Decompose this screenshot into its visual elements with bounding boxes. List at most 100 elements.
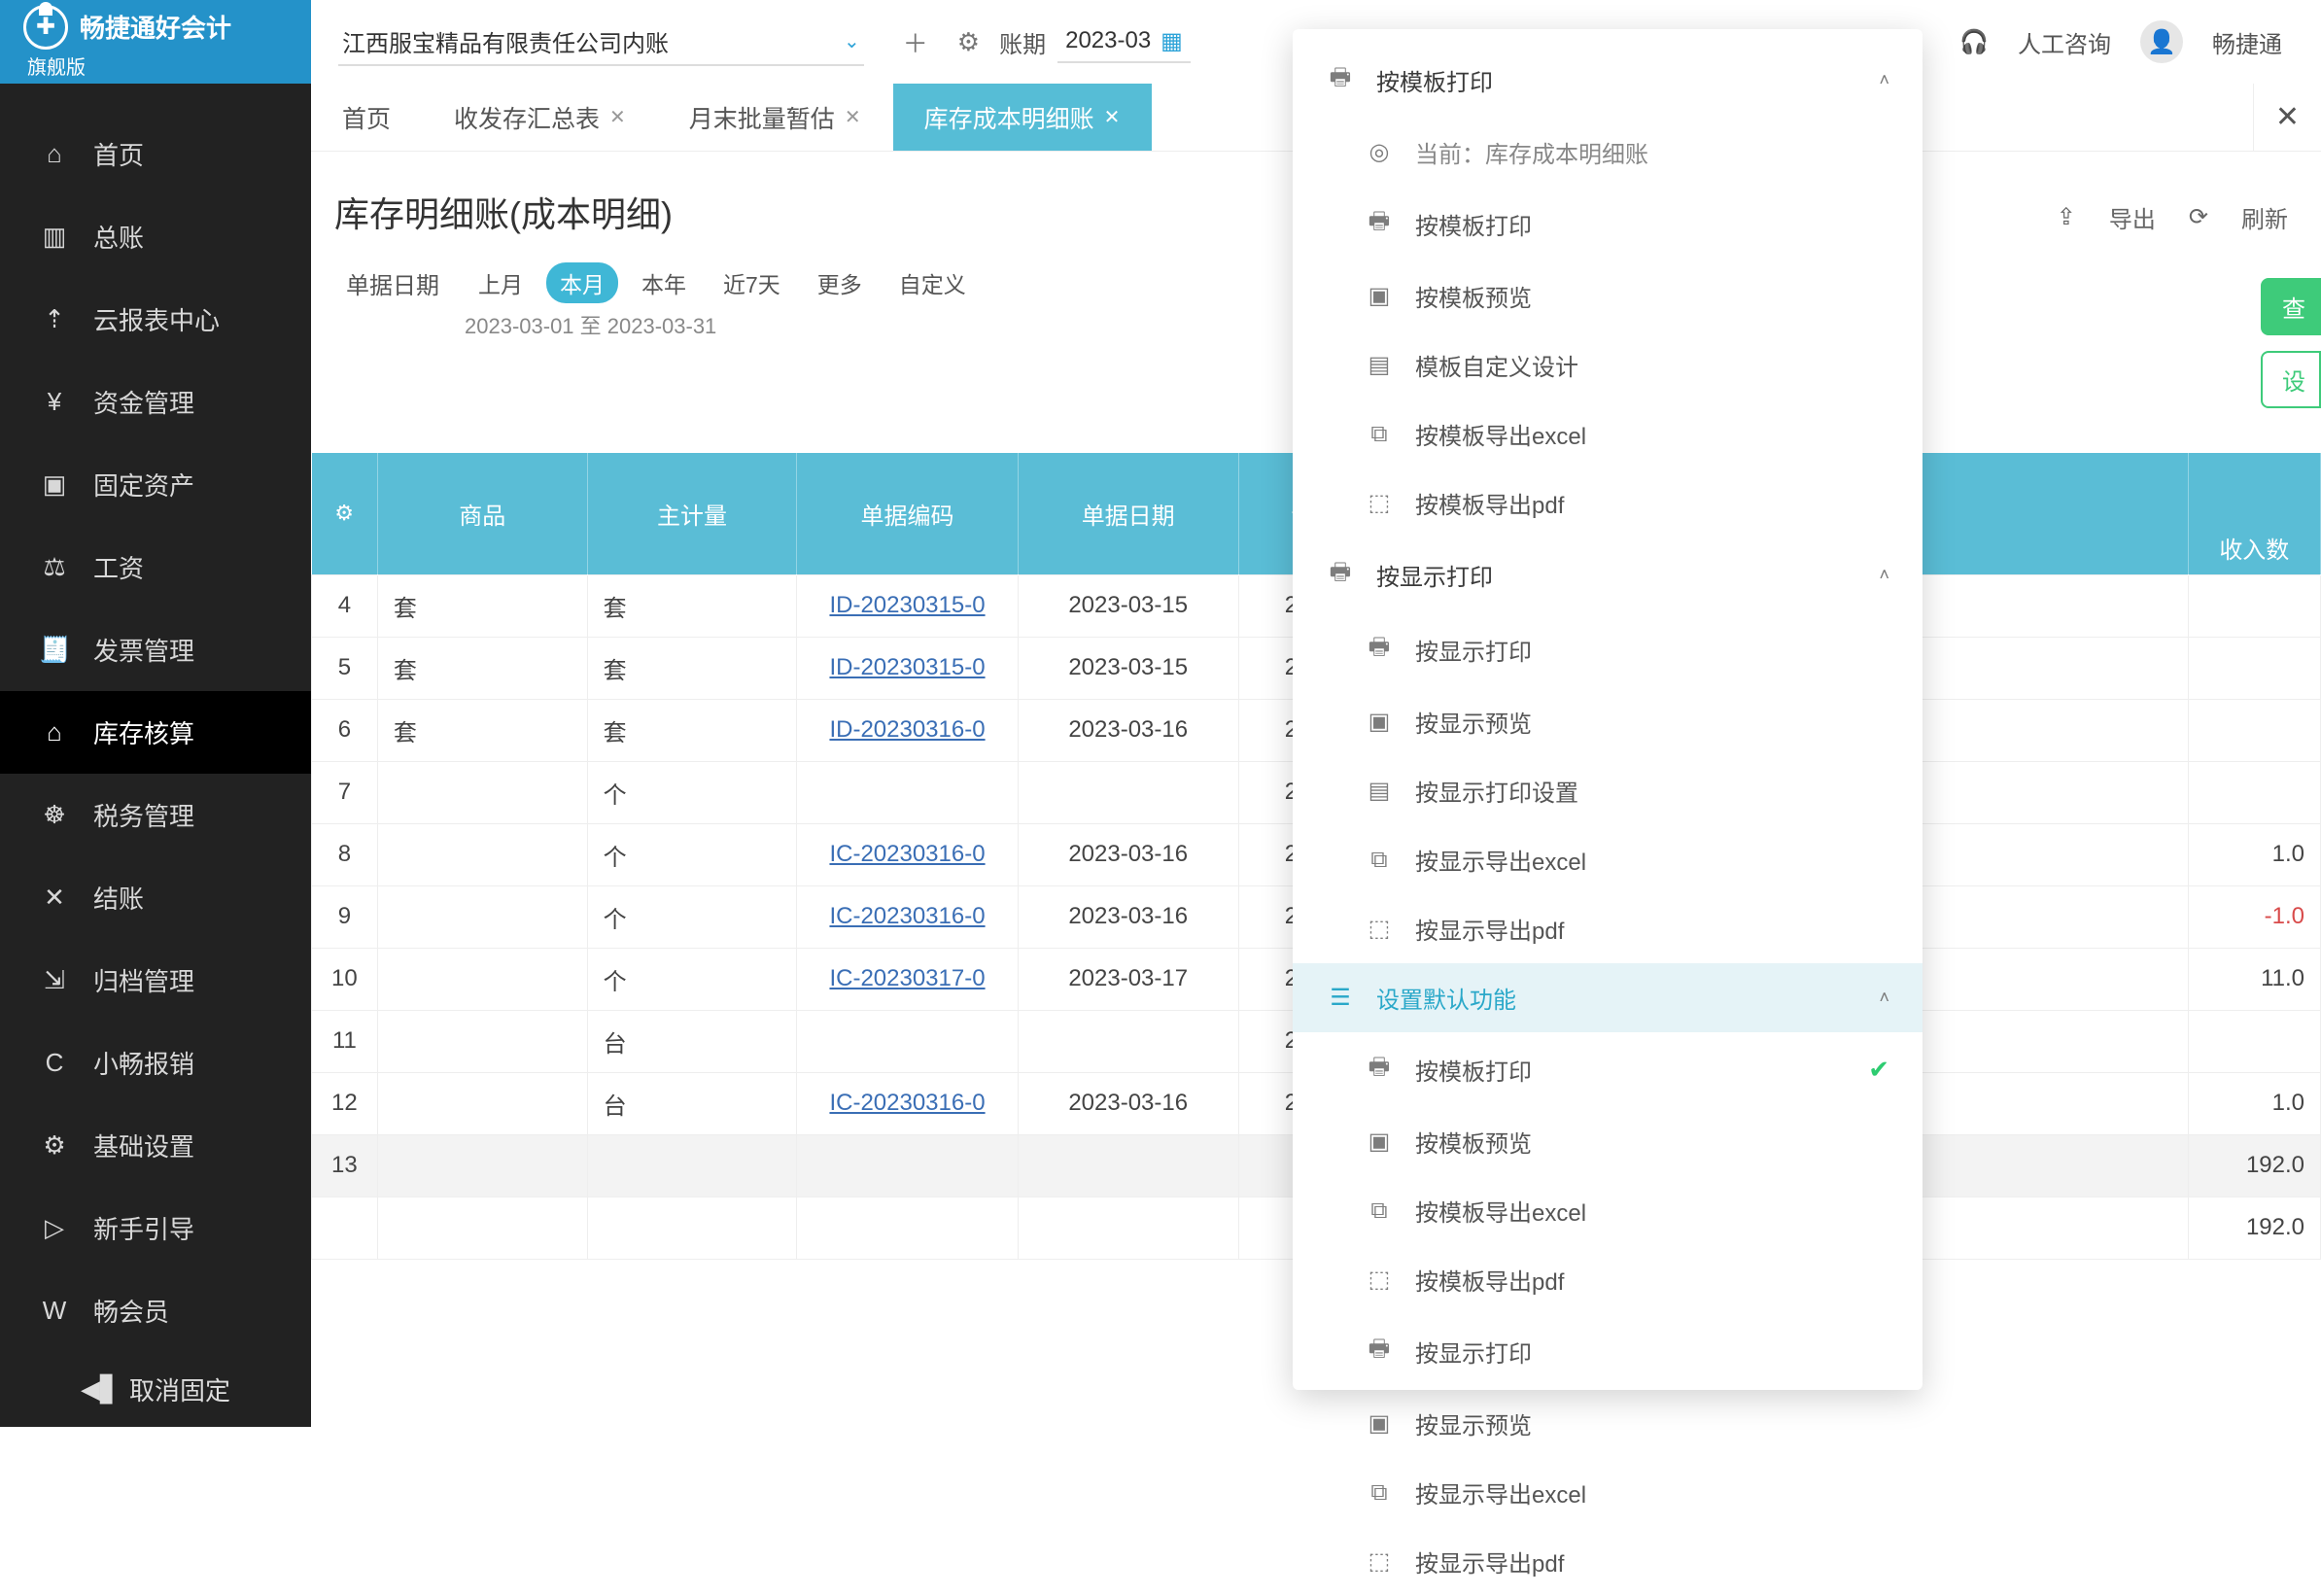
sidebar-item-0[interactable]: ⌂首页 (0, 113, 311, 195)
dd-item-1-4[interactable]: ⬚按显示导出pdf (1293, 894, 1923, 963)
export-button[interactable]: 导出 (2109, 200, 2156, 234)
doc-link[interactable] (797, 1197, 1018, 1259)
chevron-up-icon: ˄ (1879, 70, 1889, 90)
dd-item-1-0[interactable]: 🖶按显示打印 (1293, 612, 1923, 687)
tab-2[interactable]: 月末批量暂估✕ (658, 84, 893, 151)
side-action-0[interactable]: 查 (2261, 278, 2321, 335)
cell: 套 (377, 574, 587, 637)
close-icon[interactable]: ✕ (1104, 105, 1121, 129)
dd-icon: ▤ (1365, 351, 1394, 379)
period-picker[interactable]: 2023-03 ▦ (1057, 21, 1191, 63)
sidebar-pin-toggle[interactable]: ◀▋取消固定 (0, 1352, 311, 1427)
sidebar-item-9[interactable]: ✕结账 (0, 856, 311, 939)
plus-icon[interactable]: ＋ (903, 24, 928, 60)
cell (377, 948, 587, 1010)
print-dropdown[interactable]: 🖶按模板打印˄◎当前：库存成本明细账🖶按模板打印▣按模板预览▤模板自定义设计⧉按… (1293, 29, 1923, 1390)
dd-item-1-2[interactable]: ▤按显示打印设置 (1293, 756, 1923, 825)
dd-item-2-1[interactable]: ▣按模板预览 (1293, 1107, 1923, 1176)
range-pill-2[interactable]: 本年 (628, 262, 700, 303)
range-pill-3[interactable]: 近7天 (710, 262, 794, 303)
dd-item-0-0[interactable]: ◎当前：库存成本明细账 (1293, 118, 1923, 187)
dd-icon: ⬚ (1365, 1547, 1394, 1576)
sidebar-item-10[interactable]: ⇲归档管理 (0, 939, 311, 1022)
range-pill-4[interactable]: 更多 (804, 262, 876, 303)
avatar[interactable]: 👤 (2140, 20, 2183, 63)
doc-link[interactable]: IC-20230316-0 (797, 885, 1018, 948)
dd-item-2-3[interactable]: ⬚按模板导出pdf (1293, 1245, 1923, 1314)
sidebar-item-3[interactable]: ¥资金管理 (0, 361, 311, 443)
cell: 套 (587, 637, 797, 699)
dd-item-1-1[interactable]: ▣按显示预览 (1293, 687, 1923, 756)
cell (1018, 1010, 1238, 1072)
sidebar-item-13[interactable]: ▷ 新手引导 (0, 1187, 311, 1269)
doc-link[interactable]: ID-20230316-0 (797, 699, 1018, 761)
sidebar-item-label: 新手引导 (93, 1210, 194, 1246)
sidebar-item-7[interactable]: ⌂库存核算 (0, 691, 311, 774)
sidebar-item-2[interactable]: ⇡云报表中心 (0, 278, 311, 361)
doc-link[interactable] (797, 761, 1018, 823)
cell: 2023-03-15 (1018, 574, 1238, 637)
dd-item-2-7[interactable]: ⬚按显示导出pdf (1293, 1527, 1923, 1596)
sidebar-item-1[interactable]: ▥总账 (0, 195, 311, 278)
cell: 12 (312, 1072, 378, 1134)
dd-icon: ⬚ (1365, 1266, 1394, 1294)
side-action-1[interactable]: 设 (2261, 351, 2321, 408)
sidebar-item-12[interactable]: ⚙基础设置 (0, 1104, 311, 1187)
doc-link[interactable]: IC-20230316-0 (797, 823, 1018, 885)
doc-link[interactable]: ID-20230315-0 (797, 574, 1018, 637)
tab-3[interactable]: 库存成本明细账✕ (893, 84, 1153, 151)
refresh-button[interactable]: 刷新 (2241, 200, 2288, 234)
dd-icon: ⧉ (1365, 1479, 1394, 1507)
dd-item-2-6[interactable]: ⧉按显示导出excel (1293, 1458, 1923, 1527)
dd-group-header-1[interactable]: 🖶按显示打印˄ (1293, 538, 1923, 612)
cell (2188, 761, 2320, 823)
brand-logo-icon: ✚ (23, 5, 68, 50)
dd-item-1-3[interactable]: ⧉按显示导出excel (1293, 825, 1923, 894)
doc-link[interactable]: IC-20230316-0 (797, 1072, 1018, 1134)
sidebar-item-4[interactable]: ▣固定资产 (0, 443, 311, 526)
dd-group-header-2[interactable]: ☰设置默认功能˄ (1293, 963, 1923, 1032)
dd-item-0-3[interactable]: ▤模板自定义设计 (1293, 330, 1923, 399)
range-pill-5[interactable]: 自定义 (885, 262, 980, 303)
doc-link[interactable]: IC-20230317-0 (797, 948, 1018, 1010)
tab-0[interactable]: 首页 (311, 84, 423, 151)
dd-item-0-2[interactable]: ▣按模板预览 (1293, 261, 1923, 330)
dd-item-2-5[interactable]: ▣按显示预览 (1293, 1389, 1923, 1458)
dd-item-2-0[interactable]: 🖶按模板打印✔ (1293, 1032, 1923, 1107)
period-value: 2023-03 (1065, 27, 1151, 54)
sidebar-item-label: 基础设置 (93, 1128, 194, 1163)
sidebar-item-6[interactable]: 🧾发票管理 (0, 608, 311, 691)
cell: 9 (312, 885, 378, 948)
close-icon[interactable]: ✕ (845, 105, 861, 129)
sidebar-item-label: 总账 (93, 219, 144, 255)
tab-1[interactable]: 收发存汇总表✕ (423, 84, 658, 151)
company-selector[interactable]: 江西服宝精品有限责任公司内账 ⌄ (338, 18, 864, 66)
cell: 2023-03-16 (1018, 885, 1238, 948)
sidebar-icon: ▷ (39, 1213, 70, 1243)
dd-group-header-0[interactable]: 🖶按模板打印˄ (1293, 43, 1923, 118)
doc-link[interactable] (797, 1010, 1018, 1072)
dd-item-2-2[interactable]: ⧉按模板导出excel (1293, 1176, 1923, 1245)
consult-link[interactable]: 人工咨询 (2018, 25, 2111, 59)
cell: 13 (312, 1134, 378, 1197)
cell: 2023-03-16 (1018, 823, 1238, 885)
dd-item-0-1[interactable]: 🖶按模板打印 (1293, 187, 1923, 261)
user-name[interactable]: 畅捷通 (2212, 25, 2282, 59)
dd-item-0-5[interactable]: ⬚按模板导出pdf (1293, 468, 1923, 538)
dd-item-2-4[interactable]: 🖶按显示打印 (1293, 1314, 1923, 1389)
th-gear[interactable]: ⚙ (312, 453, 378, 574)
sidebar-item-8[interactable]: ☸税务管理 (0, 774, 311, 856)
dd-item-0-4[interactable]: ⧉按模板导出excel (1293, 399, 1923, 468)
sidebar-item-14[interactable]: W畅会员 (0, 1269, 311, 1352)
range-pill-1[interactable]: 本月 (546, 262, 618, 303)
doc-link[interactable] (797, 1134, 1018, 1197)
range-pill-0[interactable]: 上月 (465, 262, 537, 303)
close-icon[interactable]: ✕ (609, 105, 626, 129)
sidebar-item-11[interactable]: C小畅报销 (0, 1022, 311, 1104)
doc-link[interactable]: ID-20230315-0 (797, 637, 1018, 699)
gear-icon[interactable]: ⚙ (957, 27, 980, 57)
tabs-close-all[interactable]: ✕ (2253, 84, 2321, 151)
sidebar-item-5[interactable]: ⚖工资 (0, 526, 311, 608)
cell: -1.0 (2188, 885, 2320, 948)
range-dates: 2023-03-01 至 2023-03-31 (465, 309, 980, 340)
